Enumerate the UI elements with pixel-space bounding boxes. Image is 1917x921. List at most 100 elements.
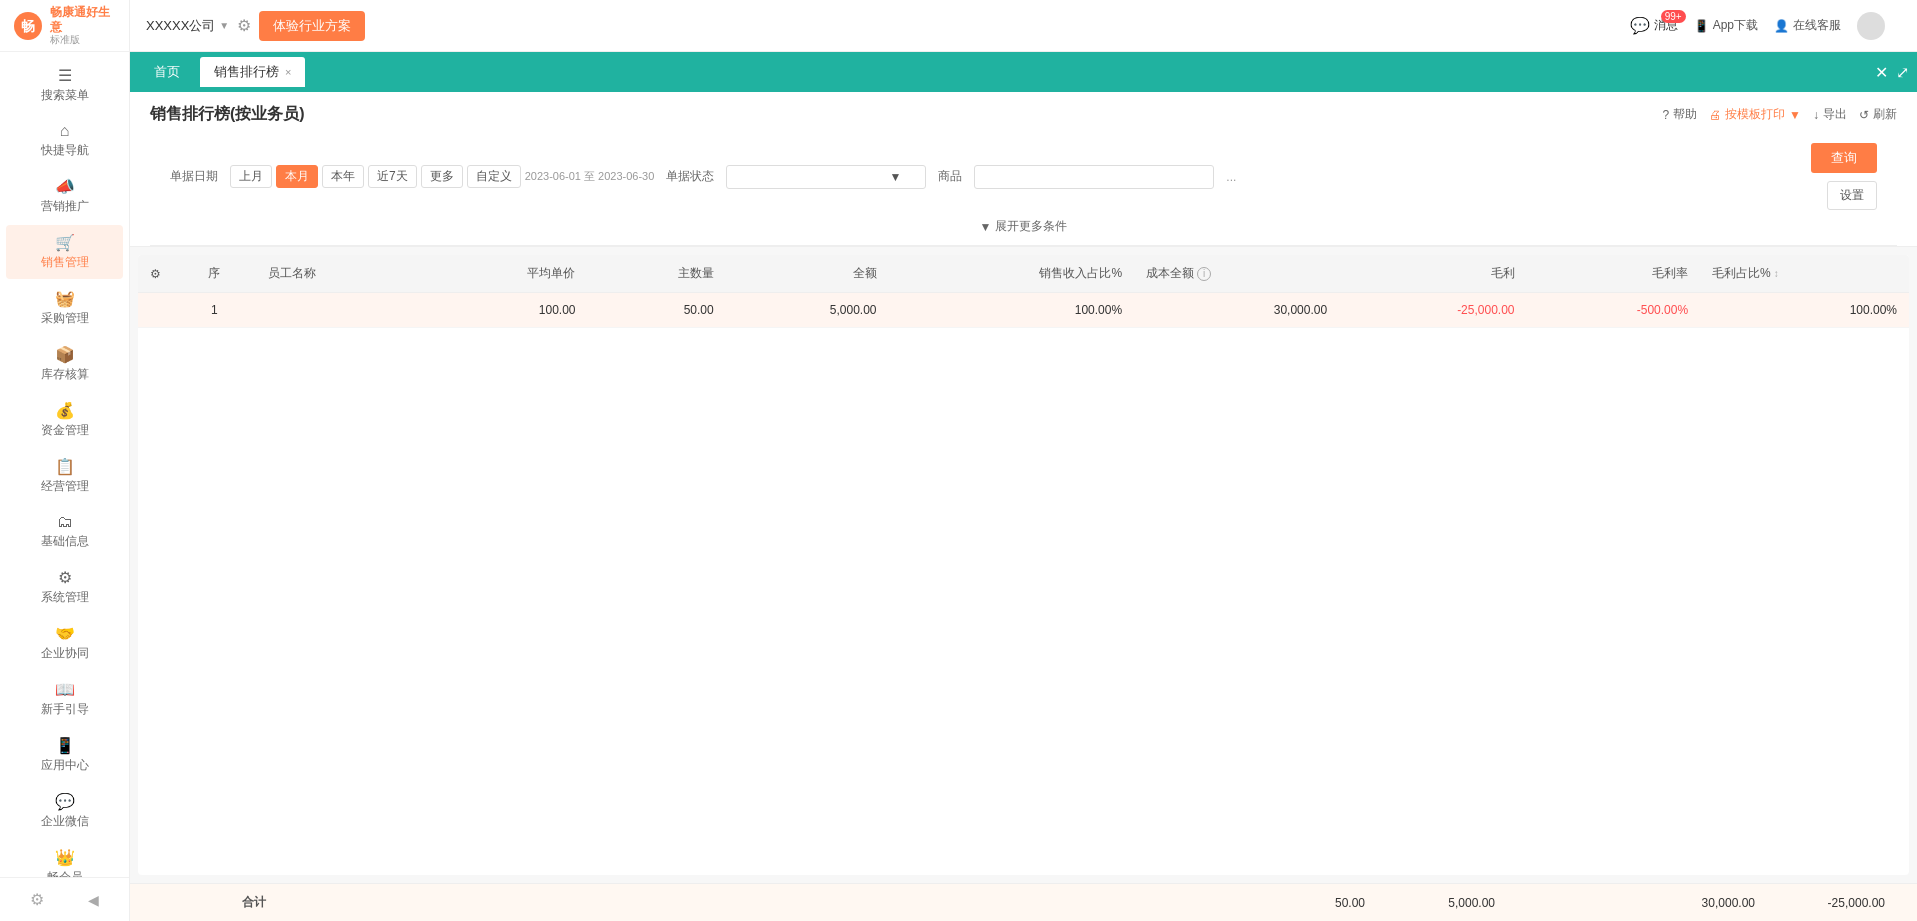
th-avg-price: 平均单价 — [422, 255, 588, 293]
sidebar-item-finance[interactable]: 💰 资金管理 — [6, 393, 123, 447]
sidebar-item-enterprise[interactable]: 🤝 企业协同 — [6, 616, 123, 670]
sidebar-item-marketing[interactable]: 📣 营销推广 — [6, 169, 123, 223]
member-icon: 👑 — [55, 848, 75, 867]
th-cost: 成本全额 i — [1134, 255, 1339, 293]
message-icon: 💬 — [1630, 16, 1650, 35]
sidebar-item-quick-nav[interactable]: ⌂ 快捷导航 — [6, 114, 123, 167]
page-title: 销售排行榜(按业务员) — [150, 104, 305, 125]
export-btn[interactable]: ↓ 导出 — [1813, 106, 1847, 123]
print-icon: 🖨 — [1709, 108, 1721, 122]
company-selector[interactable]: XXXXX公司 ▼ — [146, 17, 229, 35]
tab-close-window-btn[interactable]: ✕ — [1875, 63, 1888, 82]
row-gross: -25,000.00 — [1339, 293, 1526, 328]
help-btn[interactable]: ? 帮助 — [1662, 106, 1697, 123]
svg-text:畅: 畅 — [21, 18, 35, 34]
message-area[interactable]: 💬 消息 99+ — [1630, 16, 1678, 35]
online-service-btn[interactable]: 👤 在线客服 — [1774, 17, 1841, 34]
date-custom-btn[interactable]: 自定义 — [467, 165, 521, 188]
th-rank: 序 — [173, 255, 256, 293]
page-header: 销售排行榜(按业务员) ? 帮助 🖨 按模板打印 ▼ ↓ 导出 — [130, 92, 1917, 247]
trial-button[interactable]: 体验行业方案 — [259, 11, 365, 41]
search-menu-icon: ☰ — [58, 66, 72, 85]
expand-icon: ▼ — [980, 220, 992, 234]
topbar-settings-icon[interactable]: ⚙ — [237, 16, 251, 35]
sidebar-item-inventory[interactable]: 📦 库存核算 — [6, 337, 123, 391]
logo-icon: 畅 — [12, 10, 44, 42]
row-avg-price: 100.00 — [422, 293, 588, 328]
sidebar-bottom: ⚙ ◀ — [0, 877, 129, 921]
sidebar-item-system[interactable]: ⚙ 系统管理 — [6, 560, 123, 614]
th-amount: 全额 — [726, 255, 889, 293]
date-filter-group: 上月 本月 本年 近7天 更多 自定义 2023-06-01 至 2023-06… — [230, 165, 654, 188]
sidebar-item-operations[interactable]: 📋 经营管理 — [6, 449, 123, 503]
query-button[interactable]: 查询 — [1811, 143, 1877, 173]
row-gross-rate: -500.00% — [1527, 293, 1701, 328]
cost-info-icon[interactable]: i — [1197, 267, 1211, 281]
sidebar-item-label: 资金管理 — [41, 422, 89, 439]
date-7days-btn[interactable]: 近7天 — [368, 165, 417, 188]
date-current-month-btn[interactable]: 本月 — [276, 165, 318, 188]
tab-bar-right: ✕ ⤢ — [1875, 63, 1909, 82]
sidebar-item-sales[interactable]: 🛒 销售管理 — [6, 225, 123, 279]
tab-close-icon[interactable]: × — [285, 66, 291, 78]
guide-icon: 📖 — [55, 680, 75, 699]
wechat-icon: 💬 — [55, 792, 75, 811]
ranking-table: ⚙ 序 员工名称 平均单价 主数量 全额 销售收入占比% 成本全额 i — [138, 255, 1909, 328]
sidebar-settings-icon[interactable]: ⚙ — [30, 890, 44, 909]
sidebar-item-label: 企业协同 — [41, 645, 89, 662]
date-label: 单据日期 — [170, 168, 218, 185]
tab-bar: 首页 销售排行榜 × ✕ ⤢ — [130, 52, 1917, 92]
tab-label: 销售排行榜 — [214, 63, 279, 81]
filter-settings-btn[interactable]: 设置 — [1827, 181, 1877, 210]
goods-input[interactable] — [974, 165, 1214, 189]
sidebar-item-app-center[interactable]: 📱 应用中心 — [6, 728, 123, 782]
sidebar-item-basic-info[interactable]: 🗂 基础信息 — [6, 505, 123, 558]
date-year-btn[interactable]: 本年 — [322, 165, 364, 188]
app-center-icon: 📱 — [55, 736, 75, 755]
th-gross-rate: 毛利率 — [1527, 255, 1701, 293]
operations-icon: 📋 — [55, 457, 75, 476]
th-col-settings[interactable]: ⚙ — [138, 255, 173, 293]
enterprise-icon: 🤝 — [55, 624, 75, 643]
user-avatar[interactable] — [1857, 12, 1885, 40]
logo-main-text: 畅康通好生意 — [50, 5, 117, 34]
sidebar-item-label: 搜索菜单 — [41, 87, 89, 104]
footer-cost: 30,000.00 — [1637, 896, 1767, 910]
sidebar-item-member[interactable]: 👑 畅会员 — [6, 840, 123, 877]
message-badge: 99+ — [1661, 10, 1686, 23]
row-sales-pct: 100.00% — [889, 293, 1135, 328]
sidebar-collapse-icon[interactable]: ◀ — [88, 892, 99, 908]
basic-info-icon: 🗂 — [57, 513, 73, 531]
chevron-down-icon: ▼ — [219, 20, 229, 31]
tab-maximize-btn[interactable]: ⤢ — [1896, 63, 1909, 82]
tab-sales-ranking[interactable]: 销售排行榜 × — [200, 57, 305, 87]
status-select[interactable]: ▼ — [726, 165, 926, 189]
query-section: 查询 设置 — [1811, 143, 1877, 210]
th-employee-name: 员工名称 — [256, 255, 422, 293]
app-download-btn[interactable]: 📱 App下载 — [1694, 17, 1758, 34]
refresh-btn[interactable]: ↺ 刷新 — [1859, 106, 1897, 123]
sidebar-item-guide[interactable]: 📖 新手引导 — [6, 672, 123, 726]
th-gross: 毛利 — [1339, 255, 1526, 293]
expand-conditions-btn[interactable]: ▼ 展开更多条件 — [980, 218, 1068, 235]
logo-area: 畅 畅康通好生意 标准版 — [0, 0, 129, 52]
date-more-btn[interactable]: 更多 — [421, 165, 463, 188]
table-row: 1 100.00 50.00 5,000.00 100.00% 30,000.0… — [138, 293, 1909, 328]
help-icon: ? — [1662, 108, 1669, 122]
date-prev-month-btn[interactable]: 上月 — [230, 165, 272, 188]
sidebar-item-purchase[interactable]: 🧺 采购管理 — [6, 281, 123, 335]
tab-home[interactable]: 首页 — [138, 55, 196, 89]
status-select-arrow: ▼ — [889, 170, 901, 184]
header-actions: ? 帮助 🖨 按模板打印 ▼ ↓ 导出 ↺ 刷新 — [1662, 106, 1897, 123]
sales-icon: 🛒 — [55, 233, 75, 252]
gross-pct-sort-icon[interactable]: ↕ — [1774, 268, 1779, 279]
sidebar-item-search[interactable]: ☰ 搜索菜单 — [6, 58, 123, 112]
goods-more-btn[interactable]: ... — [1226, 170, 1236, 184]
status-label: 单据状态 — [666, 168, 714, 185]
template-print-btn[interactable]: 🖨 按模板打印 ▼ — [1709, 106, 1801, 123]
sidebar-item-wechat[interactable]: 💬 企业微信 — [6, 784, 123, 838]
row-gross-pct: 100.00% — [1700, 293, 1909, 328]
footer-main-qty: 50.00 — [1257, 896, 1377, 910]
th-gross-pct: 毛利占比% ↕ — [1700, 255, 1909, 293]
col-settings-icon: ⚙ — [150, 267, 161, 281]
